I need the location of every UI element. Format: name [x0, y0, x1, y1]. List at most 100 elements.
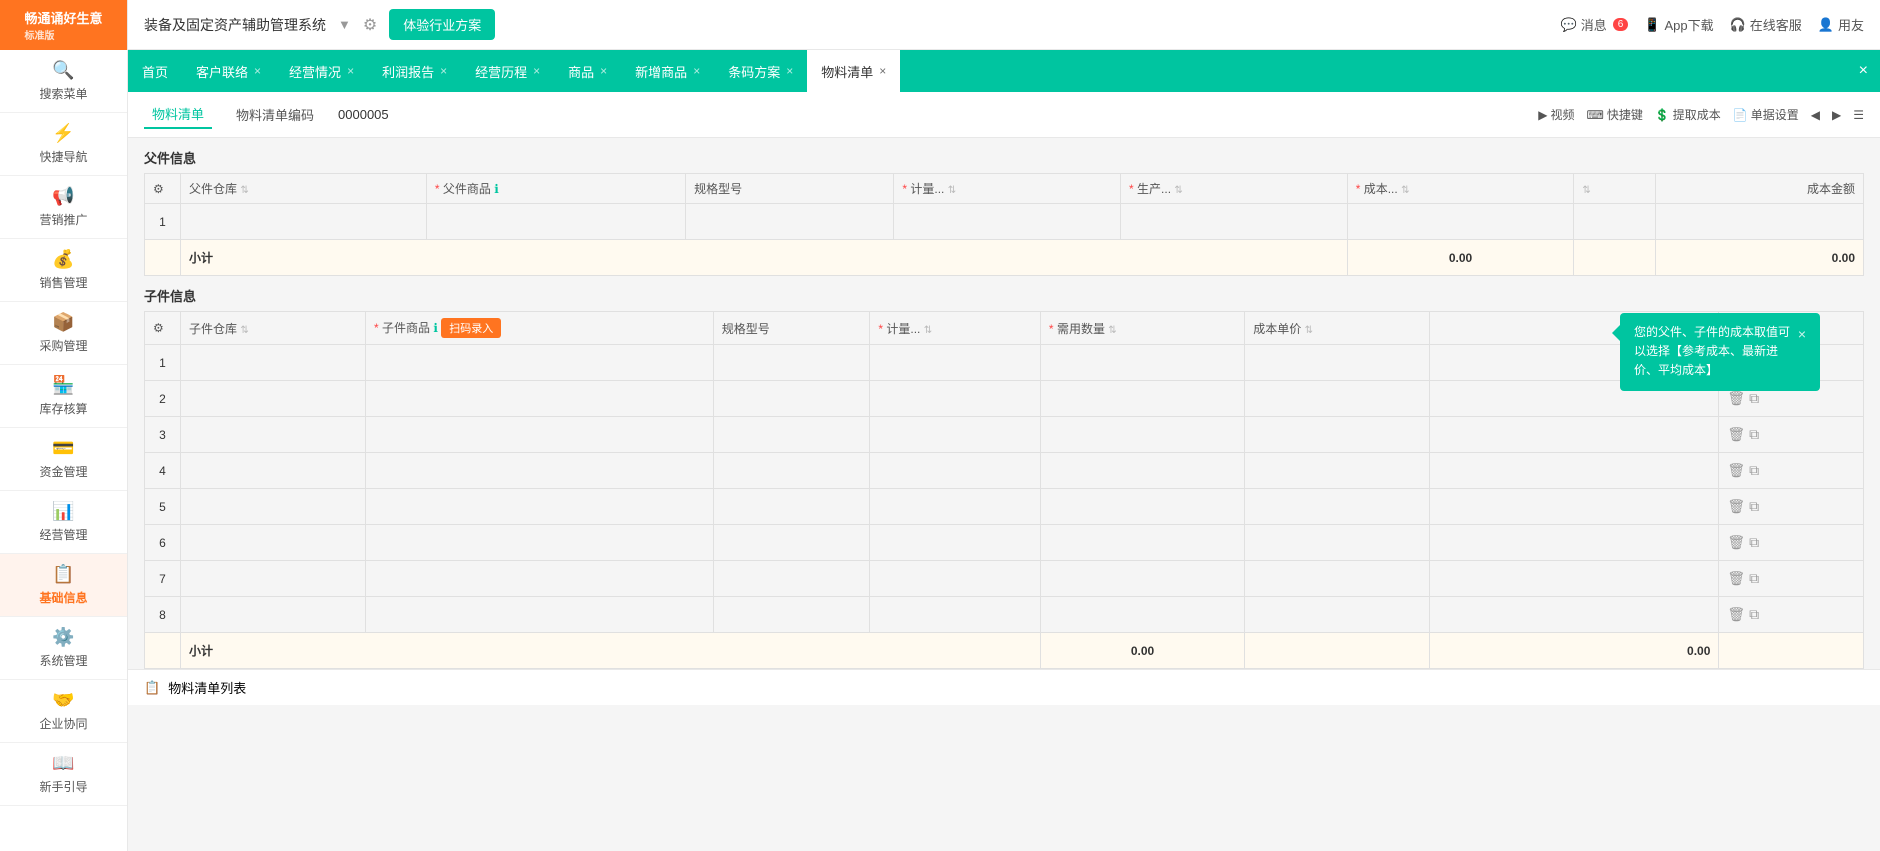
tab-operations-close[interactable]: × — [347, 64, 354, 78]
child-row-5-quantity[interactable] — [1040, 489, 1244, 525]
app-download-item[interactable]: 📱 App下载 — [1644, 15, 1713, 34]
sidebar-item-marketing[interactable]: 📢 营销推广 — [0, 176, 127, 239]
online-service-item[interactable]: 🎧 在线客服 — [1730, 15, 1802, 34]
tab-history[interactable]: 经营历程 × — [461, 50, 554, 92]
nav-prev[interactable]: ◀ — [1811, 108, 1820, 122]
child-row-4-spec[interactable] — [713, 453, 870, 489]
tab-barcode-close[interactable]: × — [786, 64, 793, 78]
sidebar-item-system[interactable]: ⚙️ 系统管理 — [0, 617, 127, 680]
copy-icon-3[interactable]: ⧉ — [1749, 426, 1759, 443]
parent-row-1-warehouse[interactable] — [181, 204, 427, 240]
sidebar-item-inventory[interactable]: 🏪 库存核算 — [0, 365, 127, 428]
tab-profit[interactable]: 利润报告 × — [368, 50, 461, 92]
child-row-5-unit[interactable] — [870, 489, 1041, 525]
sidebar-item-search[interactable]: 🔍 搜索菜单 — [0, 50, 127, 113]
child-row-8-product[interactable] — [365, 597, 713, 633]
copy-icon-5[interactable]: ⧉ — [1749, 498, 1759, 515]
tab-customer-close[interactable]: × — [254, 64, 261, 78]
message-item[interactable]: 💬 消息 6 — [1561, 15, 1629, 34]
sidebar-item-purchase[interactable]: 📦 采购管理 — [0, 302, 127, 365]
child-row-7-unit-cost[interactable] — [1245, 561, 1430, 597]
child-row-7-warehouse[interactable] — [181, 561, 366, 597]
child-row-3-spec[interactable] — [713, 417, 870, 453]
tab-history-close[interactable]: × — [533, 64, 540, 78]
child-row-4-warehouse[interactable] — [181, 453, 366, 489]
child-row-6-unit[interactable] — [870, 525, 1041, 561]
copy-icon-4[interactable]: ⧉ — [1749, 462, 1759, 479]
child-row-2-unit-cost[interactable] — [1245, 381, 1430, 417]
child-row-6-product[interactable] — [365, 525, 713, 561]
sidebar-item-collab[interactable]: 🤝 企业协同 — [0, 680, 127, 743]
delete-icon-4[interactable]: 🗑 — [1727, 462, 1745, 479]
delete-icon-8[interactable]: 🗑 — [1727, 606, 1745, 623]
child-row-3-unit-cost[interactable] — [1245, 417, 1430, 453]
child-row-1-unit-cost[interactable] — [1245, 345, 1430, 381]
child-row-7-unit[interactable] — [870, 561, 1041, 597]
shortcut-action[interactable]: ⌨ 快捷键 — [1586, 106, 1642, 123]
tab-new-product-close[interactable]: × — [693, 64, 700, 78]
delete-icon-3[interactable]: 🗑 — [1727, 426, 1745, 443]
child-row-8-unit[interactable] — [870, 597, 1041, 633]
copy-icon-7[interactable]: ⧉ — [1749, 570, 1759, 587]
user-item[interactable]: 👤 用友 — [1818, 15, 1864, 34]
sidebar-item-finance[interactable]: 💳 资金管理 — [0, 428, 127, 491]
tab-product-close[interactable]: × — [600, 64, 607, 78]
child-row-3-quantity[interactable] — [1040, 417, 1244, 453]
child-row-5-warehouse[interactable] — [181, 489, 366, 525]
tab-bom-close[interactable]: × — [879, 64, 886, 78]
tab-bom[interactable]: 物料清单 × — [807, 50, 900, 92]
child-row-8-unit-cost[interactable] — [1245, 597, 1430, 633]
child-row-4-quantity[interactable] — [1040, 453, 1244, 489]
child-row-8-quantity[interactable] — [1040, 597, 1244, 633]
tab-profit-close[interactable]: × — [440, 64, 447, 78]
child-row-3-unit[interactable] — [870, 417, 1041, 453]
tab-operations[interactable]: 经营情况 × — [275, 50, 368, 92]
nav-close-all[interactable]: × — [1847, 62, 1880, 80]
settings-icon[interactable]: ⚙ — [363, 15, 377, 35]
child-row-5-spec[interactable] — [713, 489, 870, 525]
child-row-6-quantity[interactable] — [1040, 525, 1244, 561]
settings-action[interactable]: 📄 单据设置 — [1733, 106, 1799, 123]
sidebar-item-operations[interactable]: 📊 经营管理 — [0, 491, 127, 554]
copy-icon-2[interactable]: ⧉ — [1749, 390, 1759, 407]
child-row-1-product[interactable] — [365, 345, 713, 381]
dropdown-icon[interactable]: ▼ — [338, 17, 351, 32]
child-row-7-quantity[interactable] — [1040, 561, 1244, 597]
child-row-2-spec[interactable] — [713, 381, 870, 417]
child-row-4-unit-cost[interactable] — [1245, 453, 1430, 489]
tab-customer[interactable]: 客户联络 × — [182, 50, 275, 92]
child-row-4-unit[interactable] — [870, 453, 1041, 489]
delete-icon-7[interactable]: 🗑 — [1727, 570, 1745, 587]
tab-new-product[interactable]: 新增商品 × — [621, 50, 714, 92]
sidebar-item-sales[interactable]: 💰 销售管理 — [0, 239, 127, 302]
experience-button[interactable]: 体验行业方案 — [389, 9, 495, 40]
child-row-2-product[interactable] — [365, 381, 713, 417]
child-row-3-warehouse[interactable] — [181, 417, 366, 453]
child-row-7-product[interactable] — [365, 561, 713, 597]
child-row-5-unit-cost[interactable] — [1245, 489, 1430, 525]
child-row-6-spec[interactable] — [713, 525, 870, 561]
cost-action[interactable]: 💲 提取成本 — [1655, 106, 1721, 123]
sidebar-item-guide[interactable]: 📖 新手引导 — [0, 743, 127, 806]
child-row-1-unit[interactable] — [870, 345, 1041, 381]
parent-row-1-unit[interactable] — [894, 204, 1121, 240]
child-row-1-warehouse[interactable] — [181, 345, 366, 381]
child-row-2-quantity[interactable] — [1040, 381, 1244, 417]
child-row-1-spec[interactable] — [713, 345, 870, 381]
parent-row-1-cost[interactable] — [1347, 204, 1574, 240]
child-row-1-quantity[interactable] — [1040, 345, 1244, 381]
parent-col-settings[interactable]: ⚙ — [145, 174, 181, 204]
parent-row-1-production[interactable] — [1121, 204, 1348, 240]
child-row-6-warehouse[interactable] — [181, 525, 366, 561]
child-col-settings[interactable]: ⚙ — [145, 312, 181, 345]
child-row-7-spec[interactable] — [713, 561, 870, 597]
delete-icon-6[interactable]: 🗑 — [1727, 534, 1745, 551]
child-row-2-unit[interactable] — [870, 381, 1041, 417]
copy-icon-8[interactable]: ⧉ — [1749, 606, 1759, 623]
menu-icon[interactable]: ☰ — [1853, 108, 1864, 122]
child-row-3-product[interactable] — [365, 417, 713, 453]
child-row-8-warehouse[interactable] — [181, 597, 366, 633]
child-row-4-product[interactable] — [365, 453, 713, 489]
child-row-6-unit-cost[interactable] — [1245, 525, 1430, 561]
parent-row-1-spec[interactable] — [686, 204, 894, 240]
